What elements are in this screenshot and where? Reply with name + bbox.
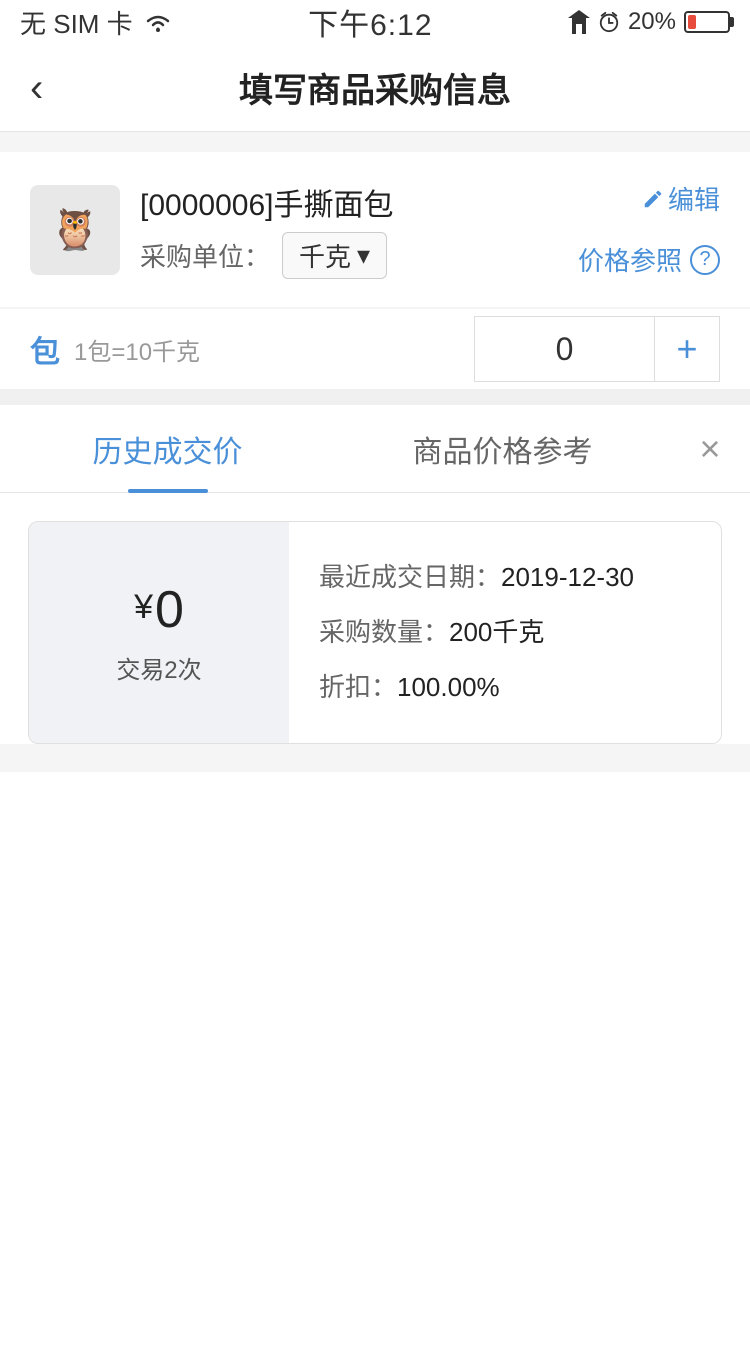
help-icon[interactable]: ? — [690, 245, 720, 275]
quantity-input[interactable] — [474, 316, 654, 382]
bag-icon: 包 — [30, 327, 60, 371]
wifi-icon — [143, 11, 173, 33]
status-left: 无 SIM 卡 — [20, 4, 173, 41]
back-button[interactable]: ‹ — [30, 68, 43, 108]
tab-close-button[interactable]: × — [670, 428, 750, 470]
history-price-panel: ¥ 0 交易2次 — [29, 522, 289, 743]
discount-value: 100.00% — [397, 672, 500, 702]
battery-level — [688, 15, 696, 29]
quantity-plus-button[interactable]: + — [654, 316, 720, 382]
status-right: 20% — [568, 8, 730, 36]
battery-percent: 20% — [628, 8, 676, 36]
tab-product-price-ref[interactable]: 商品价格参考 — [335, 405, 670, 493]
recent-date-label: 最近成交日期： — [319, 562, 501, 592]
history-detail-panel: 最近成交日期：2019-12-30 采购数量：200千克 折扣：100.00% — [289, 522, 721, 743]
location-icon — [568, 10, 590, 34]
product-id-name: [0000006]手撕面包 — [140, 180, 393, 224]
page-bottom — [0, 772, 750, 1372]
tab-underline — [128, 489, 208, 493]
section-divider — [0, 389, 750, 405]
tab-history-price[interactable]: 历史成交价 — [0, 405, 335, 493]
carrier-text: 无 SIM 卡 — [20, 4, 133, 41]
history-card: ¥ 0 交易2次 最近成交日期：2019-12-30 采购数量：200千克 折扣… — [28, 521, 722, 744]
status-time: 下午6:12 — [308, 0, 432, 44]
product-id: [0000006] — [140, 189, 273, 222]
tab-price-ref-label: 商品价格参考 — [413, 427, 593, 471]
price-ref-label: 价格参照 — [578, 241, 682, 278]
dropdown-arrow: ▾ — [357, 240, 370, 271]
edit-button[interactable]: 编辑 — [642, 180, 720, 217]
close-icon: × — [699, 428, 720, 470]
product-header: 🦉 [0000006]手撕面包 采购单位： 千克 ▾ — [30, 180, 720, 279]
recent-date-value: 2019-12-30 — [501, 562, 634, 592]
quantity-row: 采购数量：200千克 — [319, 613, 691, 652]
status-bar: 无 SIM 卡 下午6:12 20% — [0, 0, 750, 44]
bottom-panel: 历史成交价 商品价格参考 × ¥ 0 交易2次 最近成交日期：2019-12-3… — [0, 405, 750, 744]
purchase-quantity-label: 采购数量： — [319, 617, 449, 647]
tab-row: 历史成交价 商品价格参考 × — [0, 405, 750, 493]
trade-count: 交易2次 — [116, 650, 201, 685]
unit-label: 采购单位： — [140, 237, 270, 274]
history-price-display: ¥ 0 — [134, 580, 184, 640]
product-image: 🦉 — [30, 185, 120, 275]
nav-bar: ‹ 填写商品采购信息 — [0, 44, 750, 132]
page-title: 填写商品采购信息 — [239, 63, 511, 112]
tab-history-label: 历史成交价 — [93, 427, 243, 471]
edit-label: 编辑 — [668, 180, 720, 217]
quantity-control: + — [474, 316, 720, 382]
discount-row: 折扣：100.00% — [319, 668, 691, 707]
product-card: 🦉 [0000006]手撕面包 采购单位： 千克 ▾ — [0, 152, 750, 307]
quantity-section: 包 1包=10千克 + — [0, 309, 750, 389]
plus-icon: + — [676, 328, 697, 370]
product-info: [0000006]手撕面包 采购单位： 千克 ▾ — [140, 180, 393, 279]
product-left: 🦉 [0000006]手撕面包 采购单位： 千克 ▾ — [30, 180, 393, 279]
quantity-label: 包 1包=10千克 — [30, 327, 200, 371]
help-label: ? — [699, 248, 710, 271]
unit-dropdown[interactable]: 千克 ▾ — [282, 232, 387, 279]
unit-value: 千克 — [299, 237, 351, 274]
battery-icon — [684, 11, 730, 33]
purchase-quantity-value: 200千克 — [449, 617, 544, 647]
product-right-actions: 编辑 价格参照 ? — [578, 180, 720, 278]
price-ref-button[interactable]: 价格参照 ? — [578, 241, 720, 278]
yen-symbol: ¥ — [134, 588, 153, 627]
product-unit-row: 采购单位： 千克 ▾ — [140, 232, 393, 279]
price-value: 0 — [155, 580, 184, 640]
alarm-icon — [598, 10, 620, 34]
discount-label: 折扣： — [319, 672, 397, 702]
unit-hint: 1包=10千克 — [74, 332, 200, 367]
recent-date-row: 最近成交日期：2019-12-30 — [319, 558, 691, 597]
product-name: 手撕面包 — [273, 189, 393, 222]
product-thumbnail: 🦉 — [50, 206, 100, 253]
edit-icon — [642, 188, 664, 210]
